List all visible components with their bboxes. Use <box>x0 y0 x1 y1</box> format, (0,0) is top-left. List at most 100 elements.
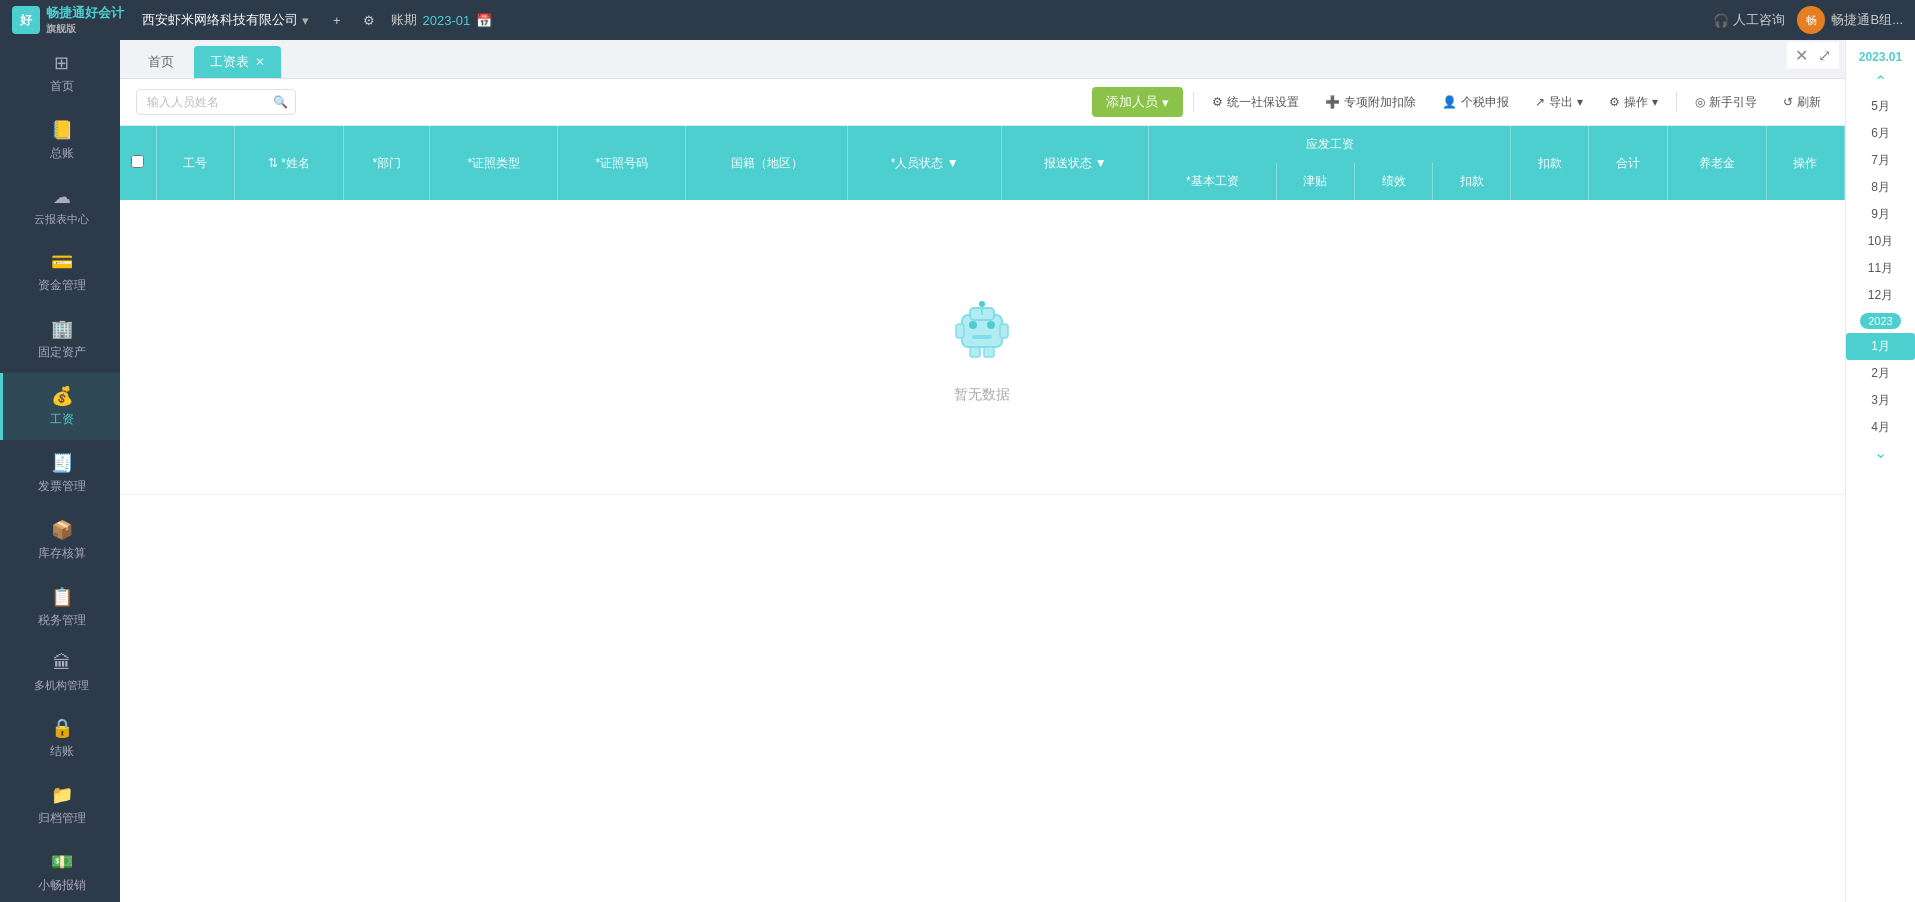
refresh-btn[interactable]: ↺ 刷新 <box>1775 89 1829 116</box>
service-btn[interactable]: 🎧 人工咨询 <box>1713 11 1785 29</box>
search-container: 🔍 <box>136 89 296 115</box>
sidebar-label-multi: 多机构管理 <box>34 678 89 693</box>
sidebar-item-tax[interactable]: 📋 税务管理 <box>0 574 120 641</box>
add-company-btn[interactable]: + <box>327 9 347 32</box>
refresh-icon: ↺ <box>1783 95 1793 109</box>
personal-tax-btn[interactable]: 👤 个税申报 <box>1434 89 1517 116</box>
sidebar-item-archive[interactable]: 📁 归档管理 <box>0 772 120 839</box>
sidebar-item-ledger[interactable]: 📒 总账 <box>0 107 120 174</box>
tab-salary[interactable]: 工资表 ✕ <box>194 46 281 78</box>
rp-year-badge: 2023 <box>1860 313 1900 329</box>
th-total: 合计 <box>1589 126 1667 200</box>
sep2 <box>1676 92 1677 112</box>
export-btn[interactable]: ↗ 导出 ▾ <box>1527 89 1591 116</box>
expense-icon: 💵 <box>51 851 73 873</box>
toolbar: 🔍 添加人员 ▾ ⚙ 统一社保设置 ➕ 专项附加扣除 👤 个税申报 ↗ <box>120 79 1845 126</box>
th-pension: 养老金 <box>1667 126 1766 200</box>
rp-up-arrow[interactable]: ⌃ <box>1846 70 1915 93</box>
sidebar-item-multi[interactable]: 🏛 多机构管理 <box>0 641 120 705</box>
th-cert-no: *证照号码 <box>558 126 686 200</box>
status-filter-icon[interactable]: ▼ <box>947 156 959 170</box>
app-title: 畅捷通好会计 <box>46 4 124 22</box>
special-deduction-btn[interactable]: ➕ 专项附加扣除 <box>1317 89 1424 116</box>
ledger-icon: 📒 <box>51 119 73 141</box>
calendar-icon[interactable]: 📅 <box>476 13 492 28</box>
rp-month-1-active[interactable]: 1月 <box>1846 333 1915 360</box>
svg-rect-7 <box>1000 324 1008 338</box>
multi-icon: 🏛 <box>53 653 71 674</box>
company-selector[interactable]: 西安虾米网络科技有限公司 ▾ <box>134 7 317 33</box>
rp-year-current: 2023.01 <box>1855 44 1906 70</box>
inventory-icon: 📦 <box>51 519 73 541</box>
sidebar-label-archive: 归档管理 <box>38 810 86 827</box>
tab-home[interactable]: 首页 <box>132 46 190 78</box>
sidebar-item-funds[interactable]: 💳 资金管理 <box>0 239 120 306</box>
export-icon: ↗ <box>1535 95 1545 109</box>
th-report-status: 报送状态 ▼ <box>1002 126 1148 200</box>
user-profile[interactable]: 畅 畅捷通B组... <box>1797 6 1903 34</box>
headset-icon: 🎧 <box>1713 13 1729 28</box>
window-controls: ✕ ⤢ <box>1787 42 1839 70</box>
sidebar-label-ledger: 总账 <box>50 145 74 162</box>
rp-month-12[interactable]: 12月 <box>1846 282 1915 309</box>
tax-person-icon: 👤 <box>1442 95 1457 109</box>
sidebar-label-home: 首页 <box>50 78 74 95</box>
sidebar-item-salary[interactable]: 💰 工资 <box>0 373 120 440</box>
sidebar-label-salary: 工资 <box>50 411 74 428</box>
avatar: 畅 <box>1797 6 1825 34</box>
logo-area: 好 畅捷通好会计 旗舰版 <box>12 4 124 36</box>
th-deduct: 扣款 <box>1511 126 1589 200</box>
add-dropdown-icon: ▾ <box>1162 95 1169 110</box>
rp-month-11[interactable]: 11月 <box>1846 255 1915 282</box>
rp-month-5[interactable]: 5月 <box>1846 93 1915 120</box>
rp-month-7[interactable]: 7月 <box>1846 147 1915 174</box>
rp-month-3[interactable]: 3月 <box>1846 387 1915 414</box>
add-person-btn[interactable]: 添加人员 ▾ <box>1092 87 1183 117</box>
period-area: 账期 2023-01 📅 <box>391 11 493 29</box>
sidebar-label-cloud: 云报表中心 <box>34 212 89 227</box>
empty-state-cell: 暂无数据 <box>120 200 1845 495</box>
search-input[interactable] <box>147 95 267 109</box>
funds-icon: 💳 <box>51 251 73 273</box>
salary-icon: 💰 <box>51 385 73 407</box>
sidebar-label-funds: 资金管理 <box>38 277 86 294</box>
empty-text: 暂无数据 <box>954 386 1010 404</box>
rp-down-arrow[interactable]: ⌄ <box>1846 441 1915 464</box>
select-all-checkbox[interactable] <box>131 155 144 168</box>
sidebar-item-expense[interactable]: 💵 小畅报销 <box>0 839 120 902</box>
operate-btn[interactable]: ⚙ 操作 ▾ <box>1601 89 1666 116</box>
rp-month-10[interactable]: 10月 <box>1846 228 1915 255</box>
rp-month-9[interactable]: 9月 <box>1846 201 1915 228</box>
th-base-wage: *基本工资 <box>1148 163 1276 200</box>
th-country: 国籍（地区） <box>686 126 848 200</box>
tab-close-salary[interactable]: ✕ <box>255 55 265 69</box>
period-value[interactable]: 2023-01 <box>423 13 471 28</box>
sidebar-item-cloud[interactable]: ☁ 云报表中心 <box>0 174 120 239</box>
service-label: 人工咨询 <box>1733 11 1785 29</box>
close-panel-btn[interactable]: ✕ <box>1795 46 1808 65</box>
rp-month-4[interactable]: 4月 <box>1846 414 1915 441</box>
social-settings-btn[interactable]: ⚙ 统一社保设置 <box>1204 89 1307 116</box>
dropdown-icon: ▾ <box>302 13 309 28</box>
rp-month-8[interactable]: 8月 <box>1846 174 1915 201</box>
operate-dropdown-icon: ▾ <box>1652 95 1658 109</box>
settings-btn[interactable]: ⚙ <box>357 9 381 32</box>
table-container: 工号 ⇅ *姓名 *部门 *证照类型 *证照号码 国籍（地区） *人员状态 ▼ … <box>120 126 1845 902</box>
search-icon[interactable]: 🔍 <box>273 95 288 109</box>
sidebar-item-inventory[interactable]: 📦 库存核算 <box>0 507 120 574</box>
expand-panel-btn[interactable]: ⤢ <box>1818 46 1831 65</box>
sidebar-item-close-accounts[interactable]: 🔒 结账 <box>0 705 120 772</box>
report-filter-icon[interactable]: ▼ <box>1095 156 1107 170</box>
user-name: 畅捷通B组... <box>1831 11 1903 29</box>
newbie-guide-btn[interactable]: ◎ 新手引导 <box>1687 89 1765 116</box>
sidebar-item-home[interactable]: ⊞ 首页 <box>0 40 120 107</box>
archive-icon: 📁 <box>51 784 73 806</box>
sidebar-item-invoice[interactable]: 🧾 发票管理 <box>0 440 120 507</box>
svg-rect-6 <box>956 324 964 338</box>
rp-month-6[interactable]: 6月 <box>1846 120 1915 147</box>
rp-month-2[interactable]: 2月 <box>1846 360 1915 387</box>
th-checkbox <box>120 126 156 200</box>
settings-icon: ⚙ <box>363 13 375 28</box>
right-panel: 2023.01 ⌃ 5月 6月 7月 8月 9月 10月 11月 12月 202… <box>1845 40 1915 902</box>
sidebar-item-assets[interactable]: 🏢 固定资产 <box>0 306 120 373</box>
